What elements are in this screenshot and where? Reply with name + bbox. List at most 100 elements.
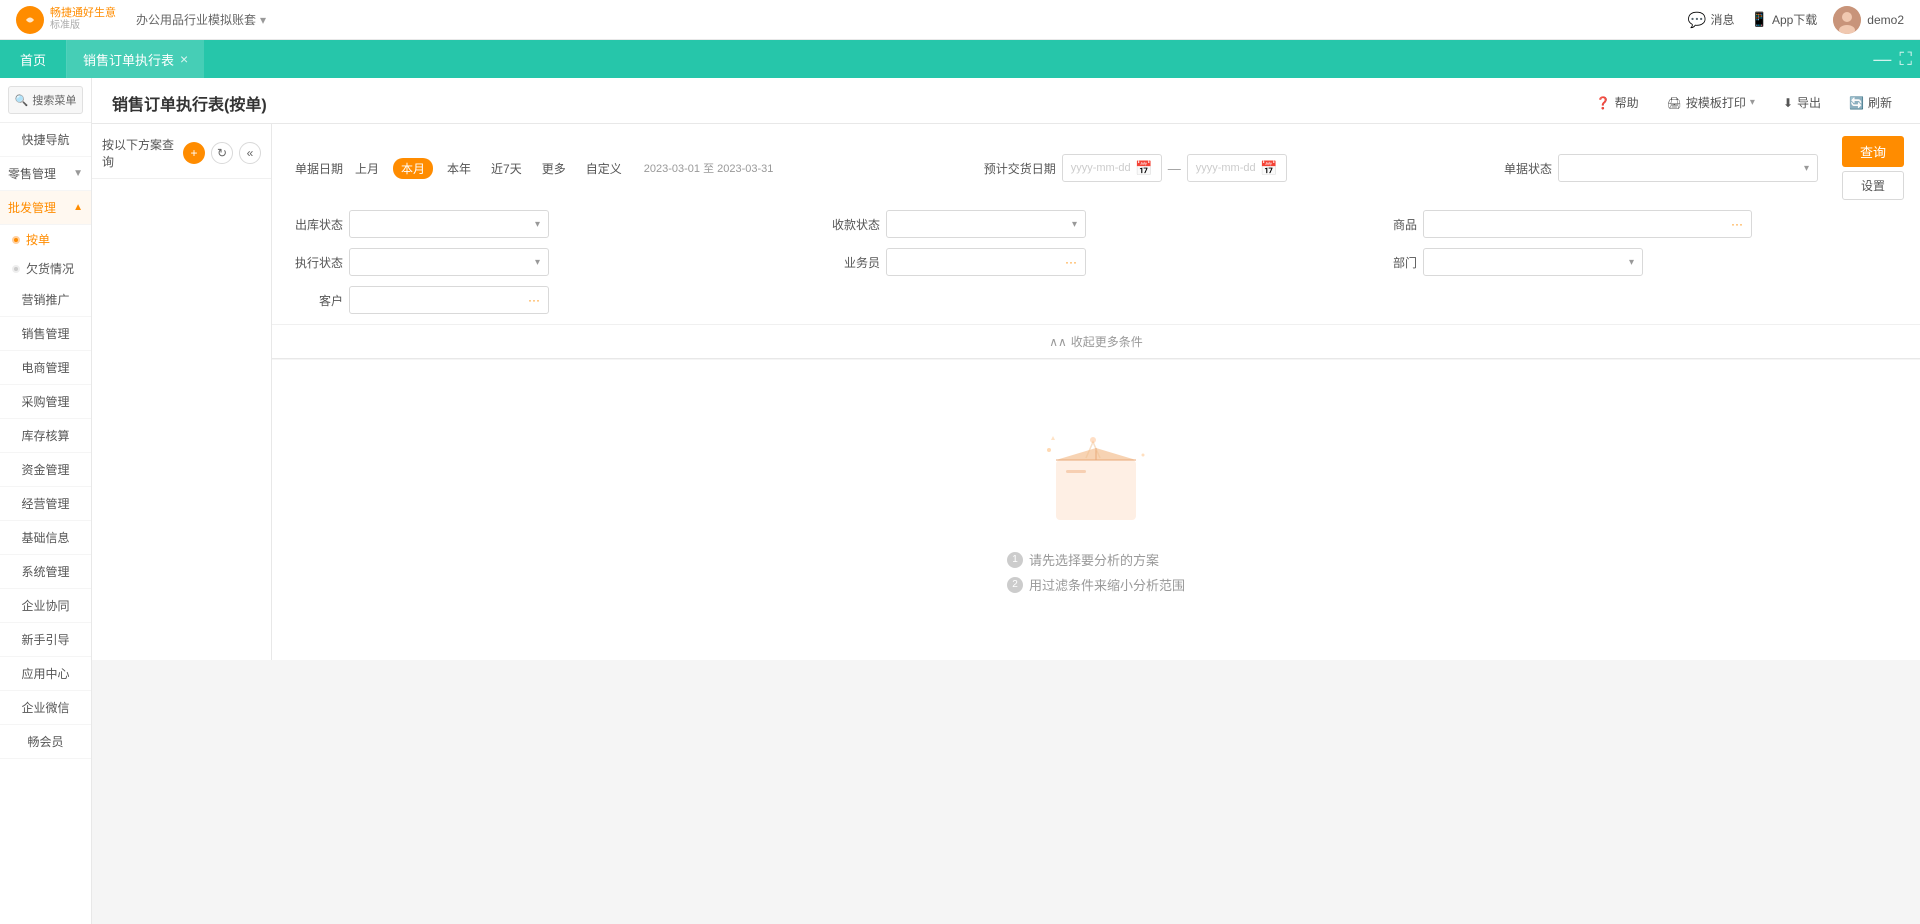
tab-current[interactable]: 销售订单执行表 × (67, 40, 204, 78)
tab-close-icon[interactable]: × (180, 51, 188, 67)
tab-this-year[interactable]: 本年 (441, 158, 477, 179)
sidebar-item-apps[interactable]: 应用中心 (0, 657, 91, 691)
sidebar-item-sales[interactable]: 销售管理 (0, 317, 91, 351)
sidebar-item-retail[interactable]: 零售管理 ▼ (0, 157, 91, 191)
product-dots[interactable]: ··· (1731, 217, 1743, 231)
salesperson-label: 业务员 (825, 254, 880, 271)
sidebar-item-enterprise[interactable]: 企业协同 (0, 589, 91, 623)
exec-status-group: 执行状态 ▾ (288, 248, 549, 276)
search-label: 搜索菜单 (32, 92, 76, 108)
sidebar-item-finance-label: 资金管理 (21, 461, 69, 478)
exec-status-arrow-icon: ▾ (535, 257, 540, 268)
collapse-button[interactable]: ∧∧ 收起更多条件 (1049, 333, 1143, 350)
tab-custom[interactable]: 自定义 (580, 158, 628, 179)
tab-last-month[interactable]: 上月 (349, 158, 385, 179)
tab-this-month[interactable]: 本月 (393, 158, 433, 179)
expected-date-start-placeholder: yyyy-mm-dd (1071, 162, 1131, 174)
sidebar-item-system[interactable]: 系统管理 (0, 555, 91, 589)
sidebar-search-button[interactable]: 🔍 搜索菜单 (8, 86, 83, 114)
sidebar-item-wechat-label: 企业微信 (21, 699, 69, 716)
date-filter-group: 单据日期 上月 本月 本年 近7天 更多 自定义 (288, 158, 628, 179)
filter-row-1: 单据日期 上月 本月 本年 近7天 更多 自定义 (288, 136, 1904, 200)
user-area[interactable]: demo2 (1833, 6, 1904, 34)
sidebar-item-newbie[interactable]: 新手引导 (0, 623, 91, 657)
user-name: demo2 (1867, 13, 1904, 27)
sidebar-item-purchase-label: 采购管理 (21, 393, 69, 410)
sidebar-item-system-label: 系统管理 (21, 563, 69, 580)
message-button[interactable]: 💬 消息 (1688, 11, 1735, 29)
sidebar-item-basics[interactable]: 基础信息 (0, 521, 91, 555)
app-download-label: App下载 (1772, 11, 1817, 28)
left-panel-add-button[interactable]: + (183, 142, 205, 164)
sidebar-item-marketing-label: 营销推广 (21, 291, 69, 308)
empty-hint-1: 1 请先选择要分析的方案 (1007, 550, 1185, 569)
sidebar-item-retail-label: 零售管理 (8, 165, 56, 182)
salesperson-input[interactable]: ··· (886, 248, 1086, 276)
tab-minimize-icon[interactable]: — (1873, 49, 1891, 70)
breadcrumb-text: 办公用品行业模拟账套 (136, 11, 256, 28)
out-status-select[interactable]: ▾ (349, 210, 549, 238)
sidebar-item-operations[interactable]: 经营管理 (0, 487, 91, 521)
logo-sub-text: 标准版 (50, 20, 116, 32)
tab-last-7[interactable]: 近7天 (485, 158, 528, 179)
hint1-text: 请先选择要分析的方案 (1029, 550, 1159, 569)
date-separator: — (1168, 161, 1181, 176)
sidebar-item-newbie-label: 新手引导 (21, 631, 69, 648)
sidebar-item-wechat[interactable]: 企业微信 (0, 691, 91, 725)
sidebar-item-quick-nav[interactable]: 快捷导航 (0, 123, 91, 157)
expected-date-end-input[interactable]: yyyy-mm-dd 📅 (1187, 154, 1287, 182)
sidebar-item-inventory[interactable]: 库存核算 (0, 419, 91, 453)
print-button[interactable]: 🖨 按模板打印 ▾ (1659, 90, 1763, 115)
expected-date-end-placeholder: yyyy-mm-dd (1196, 162, 1256, 174)
sidebar-item-ecommerce[interactable]: 电商管理 (0, 351, 91, 385)
right-content: 单据日期 上月 本月 本年 近7天 更多 自定义 (272, 124, 1920, 660)
payment-status-arrow-icon: ▾ (1072, 219, 1077, 230)
salesperson-dots[interactable]: ··· (1065, 255, 1077, 269)
breadcrumb: 办公用品行业模拟账套 ▾ (136, 11, 266, 28)
sidebar-item-operations-label: 经营管理 (21, 495, 69, 512)
left-panel-refresh-button[interactable]: ↻ (211, 142, 233, 164)
product-label: 商品 (1362, 216, 1417, 233)
tab-current-label: 销售订单执行表 (83, 50, 174, 69)
export-button[interactable]: ⬇ 导出 (1775, 90, 1829, 115)
sidebar-item-finance[interactable]: 资金管理 (0, 453, 91, 487)
sidebar-item-wholesale[interactable]: 批发管理 ▲ (0, 191, 91, 225)
app-download-button[interactable]: 📱 App下载 (1751, 11, 1818, 28)
export-label: 导出 (1797, 94, 1821, 111)
refresh-button[interactable]: 🔄 刷新 (1841, 90, 1900, 115)
tab-home[interactable]: 首页 (0, 40, 67, 78)
product-input[interactable]: ··· (1423, 210, 1752, 238)
sidebar-sub-item-debt[interactable]: 欠货情况 (0, 254, 91, 283)
calendar-start-icon[interactable]: 📅 (1135, 160, 1152, 177)
sidebar-item-purchase[interactable]: 采购管理 (0, 385, 91, 419)
payment-status-select[interactable]: ▾ (886, 210, 1086, 238)
customer-input[interactable]: ··· (349, 286, 549, 314)
tab-more[interactable]: 更多 (536, 158, 572, 179)
calendar-end-icon[interactable]: 📅 (1260, 160, 1277, 177)
tab-bar: 首页 销售订单执行表 × — ⛶ (0, 40, 1920, 78)
dept-select[interactable]: ▾ (1423, 248, 1643, 276)
breadcrumb-arrow-icon[interactable]: ▾ (260, 13, 266, 27)
add-icon: + (190, 146, 197, 160)
query-button[interactable]: 查询 (1842, 136, 1904, 167)
left-panel-collapse-button[interactable]: « (239, 142, 261, 164)
filter-row-4: 客户 ··· (288, 286, 1904, 314)
out-status-label: 出库状态 (288, 216, 343, 233)
tab-maximize-icon[interactable]: ⛶ (1899, 49, 1912, 70)
expected-date-start-input[interactable]: yyyy-mm-dd 📅 (1062, 154, 1162, 182)
payment-status-label: 收款状态 (825, 216, 880, 233)
order-status-select[interactable]: ▾ (1558, 154, 1818, 182)
left-panel-header: 按以下方案查询 + ↻ « (92, 136, 271, 179)
settings-button[interactable]: 设置 (1842, 171, 1904, 200)
empty-hints: 1 请先选择要分析的方案 2 用过滤条件来缩小分析范围 (1007, 550, 1185, 600)
collapse-bar[interactable]: ∧∧ 收起更多条件 (272, 324, 1920, 358)
customer-dots[interactable]: ··· (528, 293, 540, 307)
sidebar-item-member-label: 畅会员 (27, 733, 63, 750)
sidebar-sub-item-press-order[interactable]: 按单 (0, 225, 91, 254)
sidebar-item-member[interactable]: 畅会员 (0, 725, 91, 759)
exec-status-select[interactable]: ▾ (349, 248, 549, 276)
help-button[interactable]: ❓ 帮助 (1588, 90, 1647, 115)
page-title: 销售订单执行表(按单) (112, 91, 267, 115)
sidebar-item-marketing[interactable]: 营销推广 (0, 283, 91, 317)
top-bar-right: 💬 消息 📱 App下载 demo2 (1688, 6, 1904, 34)
